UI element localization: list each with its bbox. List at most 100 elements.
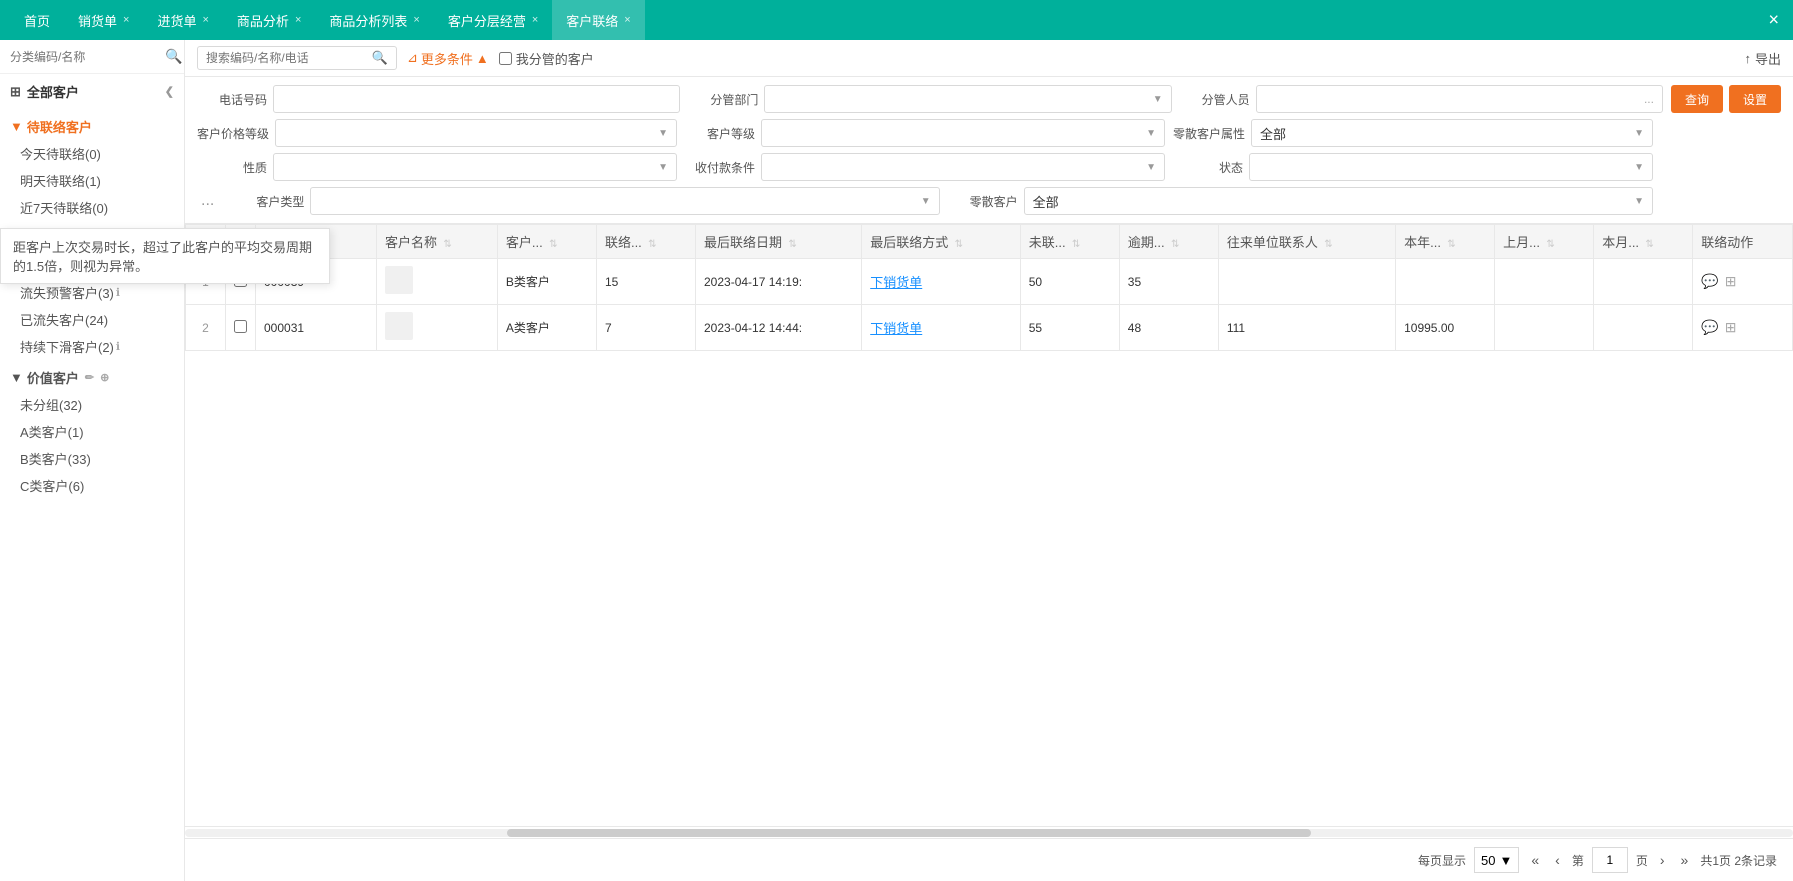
th-name: 客户名称 ⇅ (376, 225, 497, 259)
payment-select[interactable]: ▼ (761, 153, 1165, 181)
row2-last-method-link[interactable]: 下销货单 (870, 321, 922, 336)
pending-contact-title[interactable]: ▼ 待联络客户 (0, 113, 184, 140)
query-button[interactable]: 查询 (1671, 85, 1723, 113)
name-sort-icon[interactable]: ⇅ (443, 239, 451, 250)
sidebar-item-class-b[interactable]: B类客户(33) (0, 445, 184, 472)
edit-icon[interactable]: ✏ (85, 371, 94, 384)
my-customers-filter[interactable]: 我分管的客户 (499, 49, 594, 68)
row1-action: 💬 ⊞ (1693, 259, 1793, 305)
first-page-btn[interactable]: « (1527, 850, 1543, 870)
page-number-input[interactable] (1592, 847, 1628, 873)
row2-num: 2 (186, 305, 226, 351)
row2-checkbox[interactable] (234, 320, 247, 333)
uncontacted-sort-icon[interactable]: ⇅ (1072, 239, 1080, 250)
nav-sales-order[interactable]: 销货单 × (64, 0, 143, 40)
main-search-icon[interactable]: 🔍 (372, 50, 388, 66)
th-overdue: 逾期... ⇅ (1119, 225, 1218, 259)
nav-purchase-order[interactable]: 进货单 × (143, 0, 222, 40)
this-year-sort-icon[interactable]: ⇅ (1447, 239, 1455, 250)
row2-contact-icon[interactable]: 💬 (1701, 319, 1718, 336)
horizontal-scrollbar[interactable] (185, 826, 1793, 838)
close-sales-order[interactable]: × (123, 14, 129, 26)
export-icon: ↑ (1744, 51, 1751, 66)
sidebar-item-continuous-decline[interactable]: 持续下滑客户(2) ℹ (0, 333, 184, 360)
th-last-method: 最后联络方式 ⇅ (862, 225, 1021, 259)
sidebar-search-icon[interactable]: 🔍 (165, 48, 182, 65)
more-conditions-btn[interactable]: ⊿ 更多条件 ▲ (407, 49, 489, 68)
last-page-btn[interactable]: » (1677, 850, 1693, 870)
settings-button[interactable]: 设置 (1729, 85, 1781, 113)
overdue-sort-icon[interactable]: ⇅ (1171, 239, 1179, 250)
close-all-tabs[interactable]: × (1764, 6, 1783, 35)
customer-type-select[interactable]: ▼ (310, 187, 939, 215)
sidebar-item-tomorrow[interactable]: 明天待联络(1) (0, 167, 184, 194)
next-page-btn[interactable]: › (1656, 850, 1669, 870)
sidebar-item-today[interactable]: 今天待联络(0) (0, 140, 184, 167)
nav-product-analysis[interactable]: 商品分析 × (223, 0, 315, 40)
row2-code[interactable]: 000031 (256, 305, 377, 351)
sidebar-item-7days[interactable]: 近7天待联络(0) (0, 194, 184, 221)
sidebar-item-already-lost[interactable]: 已流失客户(24) (0, 306, 184, 333)
row2-checkbox-cell[interactable] (226, 305, 256, 351)
main-search-input[interactable] (206, 51, 372, 65)
last-month-sort-icon[interactable]: ⇅ (1546, 239, 1554, 250)
all-customers-section[interactable]: ⊞ 全部客户 ❮ (0, 74, 184, 109)
per-page-select[interactable]: 50 ▼ (1474, 847, 1519, 873)
sidebar-item-class-a[interactable]: A类客户(1) (0, 418, 184, 445)
value-customers-group: ▼ 价值客户 ✏ ⊕ 未分组(32) A类客户(1) B类客户(33) C类客户… (0, 360, 184, 503)
th-uncontacted: 未联... ⇅ (1020, 225, 1119, 259)
th-contact-person: 往来单位联系人 ⇅ (1218, 225, 1395, 259)
gender-select[interactable]: ▼ (273, 153, 677, 181)
row2-name[interactable] (376, 305, 497, 351)
customer-grade-select[interactable]: ▼ (761, 119, 1165, 147)
this-month-sort-icon[interactable]: ⇅ (1645, 239, 1653, 250)
price-grade-select[interactable]: ▼ (275, 119, 677, 147)
dept-select[interactable]: ▼ (764, 85, 1171, 113)
export-button[interactable]: ↑ 导出 (1744, 49, 1781, 68)
close-product-analysis-list[interactable]: × (413, 14, 419, 26)
close-customer-tiered[interactable]: × (532, 14, 538, 26)
row1-contact-icon[interactable]: 💬 (1701, 273, 1718, 290)
sidebar-item-ungrouped[interactable]: 未分组(32) (0, 391, 184, 418)
status-select[interactable]: ▼ (1249, 153, 1653, 181)
payment-label: 收付款条件 (685, 159, 755, 176)
row1-last-month (1495, 259, 1594, 305)
grade-sort-icon[interactable]: ⇅ (549, 239, 557, 250)
nav-home[interactable]: 首页 (10, 0, 64, 40)
share-icon[interactable]: ⊕ (100, 371, 109, 384)
retail-attr-select[interactable]: 全部 ▼ (1251, 119, 1653, 147)
last-method-sort-icon[interactable]: ⇅ (955, 239, 963, 250)
main-search-box[interactable]: 🔍 (197, 46, 397, 70)
row1-last-method-link[interactable]: 下销货单 (870, 275, 922, 290)
sidebar-search-input[interactable] (10, 50, 165, 64)
retail-attr-label: 零散客户属性 (1173, 125, 1245, 142)
row2-last-method[interactable]: 下销货单 (862, 305, 1021, 351)
row1-name[interactable] (376, 259, 497, 305)
contact-person-sort-icon[interactable]: ⇅ (1324, 239, 1332, 250)
grid-icon: ⊞ (10, 84, 21, 100)
close-product-analysis[interactable]: × (295, 14, 301, 26)
last-date-sort-icon[interactable]: ⇅ (788, 239, 796, 250)
my-customers-checkbox[interactable] (499, 52, 512, 65)
row2-more-icon[interactable]: ⊞ (1725, 319, 1737, 336)
close-purchase-order[interactable]: × (202, 14, 208, 26)
nav-customer-contact[interactable]: 客户联络 × (552, 0, 644, 40)
close-customer-contact[interactable]: × (624, 14, 630, 26)
scroll-thumb[interactable] (507, 829, 1311, 837)
nav-product-analysis-list[interactable]: 商品分析列表 × (315, 0, 433, 40)
person-select[interactable]: ... (1256, 85, 1663, 113)
nav-customer-tiered[interactable]: 客户分层经营 × (434, 0, 552, 40)
filter-row-2: 客户价格等级 ▼ 客户等级 ▼ 零散客户属性 全部 (197, 119, 1781, 147)
prev-page-btn[interactable]: ‹ (1551, 850, 1564, 870)
phone-input[interactable] (273, 85, 680, 113)
sidebar-item-class-c[interactable]: C类客户(6) (0, 472, 184, 499)
value-customers-title[interactable]: ▼ 价值客户 ✏ ⊕ (0, 364, 184, 391)
retail-customer-select[interactable]: 全部 ▼ (1024, 187, 1653, 215)
th-last-month: 上月... ⇅ (1495, 225, 1594, 259)
row1-last-method[interactable]: 下销货单 (862, 259, 1021, 305)
row2-this-month (1594, 305, 1693, 351)
contact-sort-icon[interactable]: ⇅ (648, 239, 656, 250)
table-header-row: ⚙ 客户编码 ⇅ 客户名称 ⇅ 客户... (186, 225, 1793, 259)
dots-button[interactable]: ... (197, 192, 218, 210)
row1-more-icon[interactable]: ⊞ (1725, 273, 1737, 290)
